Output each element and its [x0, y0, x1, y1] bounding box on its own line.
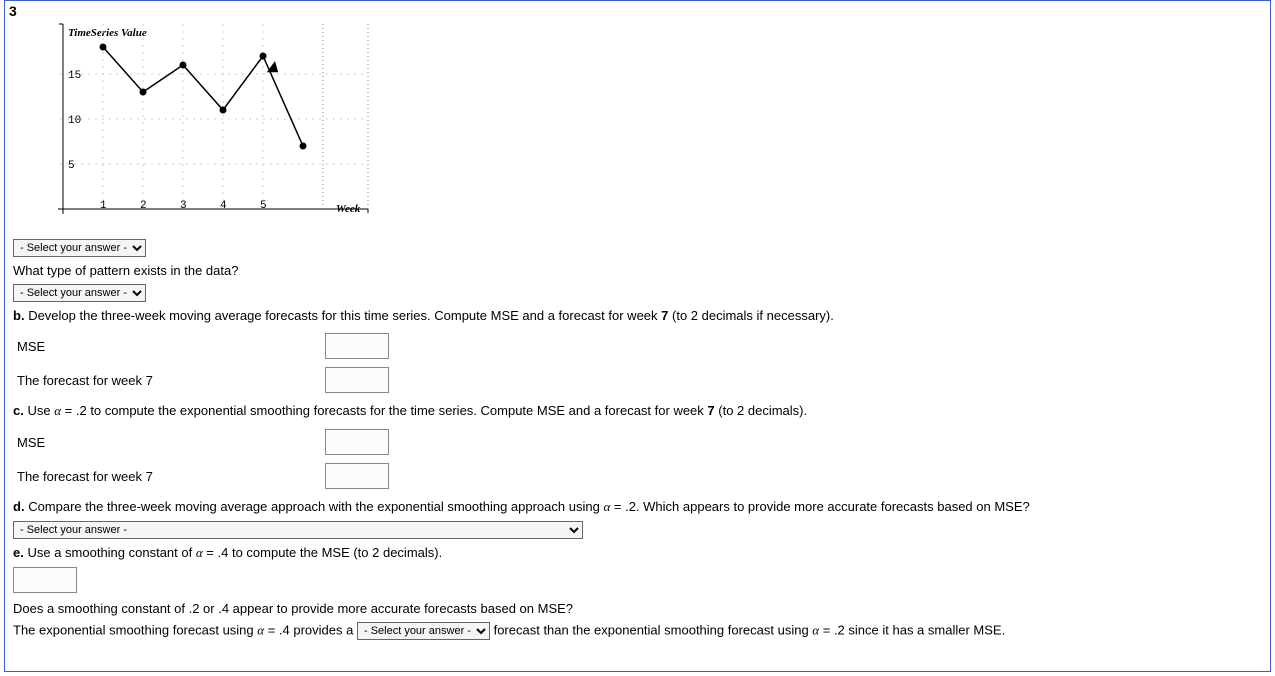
mse-input-b[interactable]: [325, 333, 389, 359]
ytick-5: 5: [68, 160, 75, 172]
data-point: [220, 107, 227, 114]
select-answer-a1[interactable]: - Select your answer -: [13, 239, 146, 257]
chart-series-line: [103, 47, 303, 146]
xtick-4: 4: [220, 200, 227, 212]
mse-input-e[interactable]: [13, 567, 77, 593]
data-point: [300, 143, 307, 150]
mse-label-b: MSE: [17, 329, 325, 363]
xtick-5: 5: [260, 200, 267, 212]
select-answer-final[interactable]: - Select your answer -: [357, 622, 490, 640]
final-sentence: The exponential smoothing forecast using…: [13, 622, 1262, 640]
part-b-text: b. Develop the three-week moving average…: [13, 308, 1262, 323]
forecast7-label-b: The forecast for week 7: [17, 363, 325, 397]
select-answer-pattern[interactable]: - Select your answer -: [13, 284, 146, 302]
mse-label-c: MSE: [17, 425, 325, 459]
data-point: [260, 53, 267, 60]
data-point: [140, 89, 147, 96]
question-pattern: What type of pattern exists in the data?: [13, 263, 1262, 278]
xtick-1: 1: [100, 200, 107, 212]
part-d-text: d. Compare the three-week moving average…: [13, 499, 1262, 515]
forecast7-input-c[interactable]: [325, 463, 389, 489]
mse-input-c[interactable]: [325, 429, 389, 455]
xtick-3: 3: [180, 200, 187, 212]
question-last: Does a smoothing constant of .2 or .4 ap…: [13, 601, 1262, 616]
forecast7-label-c: The forecast for week 7: [17, 459, 325, 493]
xtick-2: 2: [140, 200, 147, 212]
part-c-text: c. Use α = .2 to compute the exponential…: [13, 403, 1262, 419]
ytick-10: 10: [68, 115, 81, 127]
ylabel-text: TimeSeries Value: [68, 27, 147, 39]
arrow-head-icon: [267, 60, 281, 75]
forecast7-input-b[interactable]: [325, 367, 389, 393]
part-e-text: e. Use a smoothing constant of α = .4 to…: [13, 545, 1262, 561]
question-number: 3: [9, 3, 1262, 19]
chart: TimeSeries Value Week 5 10 15 1 2 3 4: [33, 19, 373, 219]
select-answer-d[interactable]: - Select your answer -: [13, 521, 583, 539]
data-point: [180, 62, 187, 69]
ytick-15: 15: [68, 70, 81, 82]
data-point: [100, 44, 107, 51]
